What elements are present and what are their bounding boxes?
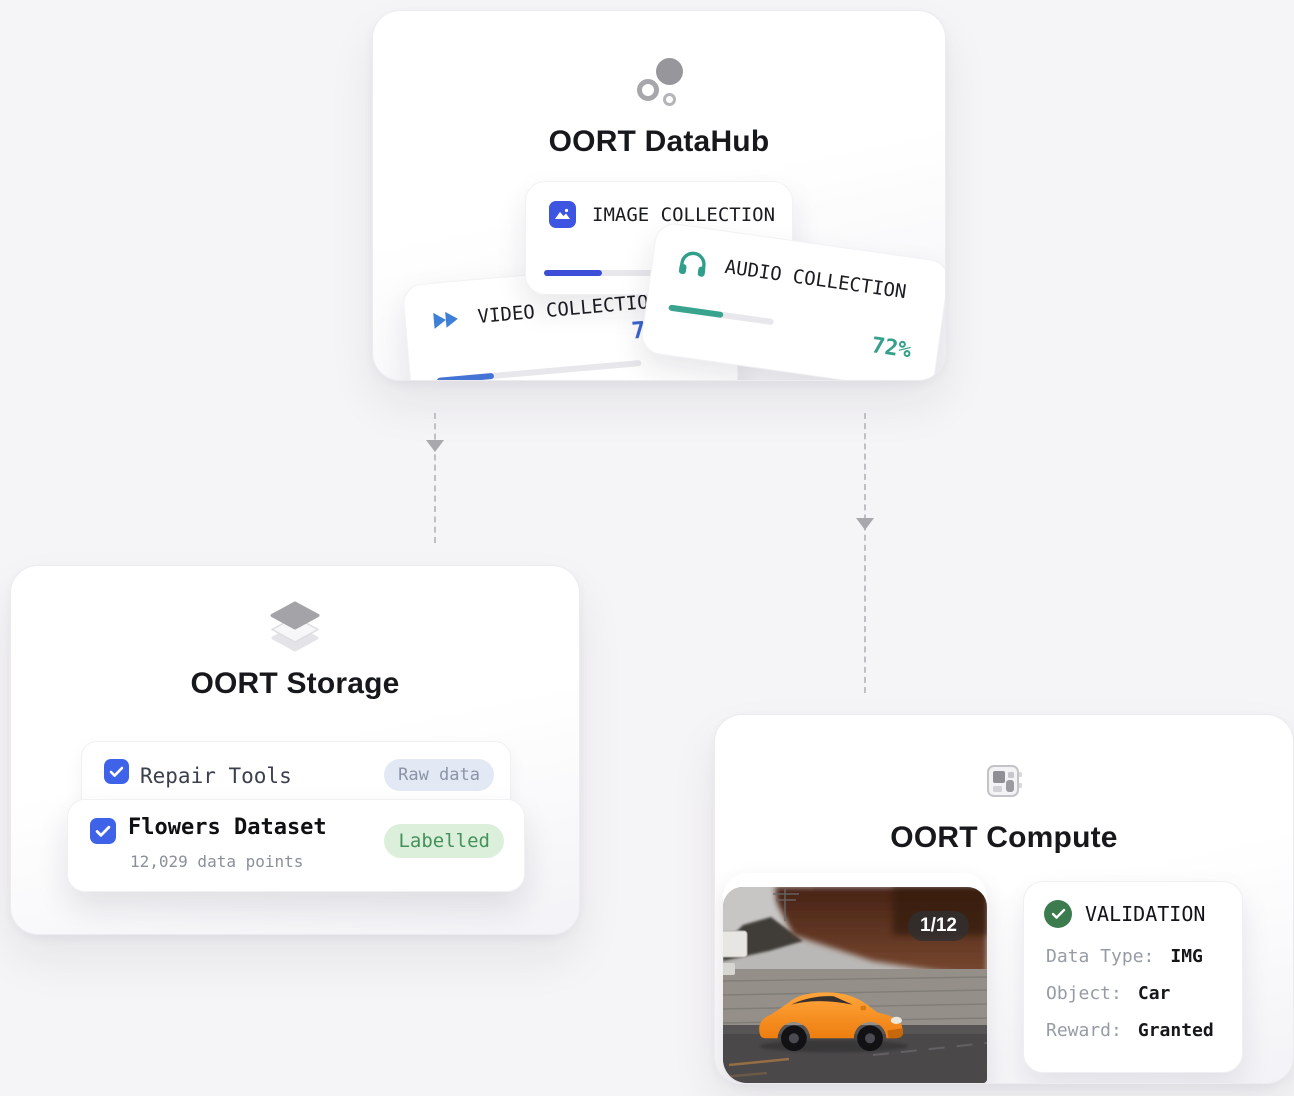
layers-icon <box>270 601 320 652</box>
validation-title: VALIDATION <box>1085 902 1206 926</box>
storage-row-flowers-dataset: Flowers Dataset 12,029 data points Label… <box>67 799 525 892</box>
data-points-count: 12,029 data points <box>130 852 304 871</box>
image-progress-fill <box>544 270 602 276</box>
datahub-title: OORT DataHub <box>548 125 770 158</box>
raw-data-badge: Raw data <box>384 759 494 791</box>
image-icon <box>549 201 576 228</box>
audio-collection-chip: AUDIO COLLECTION 72% <box>639 221 945 380</box>
validation-panel: VALIDATION Data Type: IMG Object: Car Rewa… <box>1023 881 1243 1073</box>
video-progress-fill <box>436 372 495 380</box>
flowers-dataset-checkbox[interactable] <box>90 818 116 844</box>
connector-datahub-storage <box>434 413 436 543</box>
labelled-badge: Labelled <box>384 824 504 858</box>
storage-card: OORT Storage Repair Tools Raw data Flowe… <box>10 565 580 935</box>
validation-row-reward: Reward: Granted <box>1046 1020 1214 1041</box>
storage-row-label: Repair Tools <box>140 764 292 788</box>
arrow-down-icon <box>426 440 444 452</box>
headphones-icon <box>678 251 706 277</box>
datahub-card: OORT DataHub VIDEO COLLECTION 7 IMAGE CO… <box>372 10 946 381</box>
chip-icon <box>987 765 1022 797</box>
audio-progress-fill <box>668 304 724 319</box>
compute-title: OORT Compute <box>890 821 1118 854</box>
storage-row-label: Flowers Dataset <box>128 815 327 840</box>
validation-row-object: Object: Car <box>1046 983 1171 1004</box>
oort-flow-canvas: OORT DataHub VIDEO COLLECTION 7 IMAGE CO… <box>0 0 1294 1096</box>
repair-tools-checkbox[interactable] <box>104 759 129 784</box>
sample-photo-card: 1/12 <box>723 873 987 1083</box>
audio-collection-label: AUDIO COLLECTION <box>723 255 908 304</box>
fast-forward-icon <box>433 311 458 329</box>
image-collection-label: IMAGE COLLECTION <box>592 203 776 226</box>
audio-progress-percent: 72% <box>869 333 913 364</box>
audio-progress-track <box>668 304 775 326</box>
arrow-down-icon <box>856 518 874 530</box>
photo-counter-badge: 1/12 <box>908 911 969 941</box>
compute-card: OORT Compute 1/12 VALIDATION Data Type: … <box>714 714 1294 1084</box>
validation-row-data-type: Data Type: IMG <box>1046 946 1203 967</box>
check-circle-icon <box>1044 900 1072 928</box>
video-progress-track <box>436 359 642 380</box>
connector-datahub-compute <box>864 413 866 693</box>
storage-title: OORT Storage <box>190 667 400 700</box>
